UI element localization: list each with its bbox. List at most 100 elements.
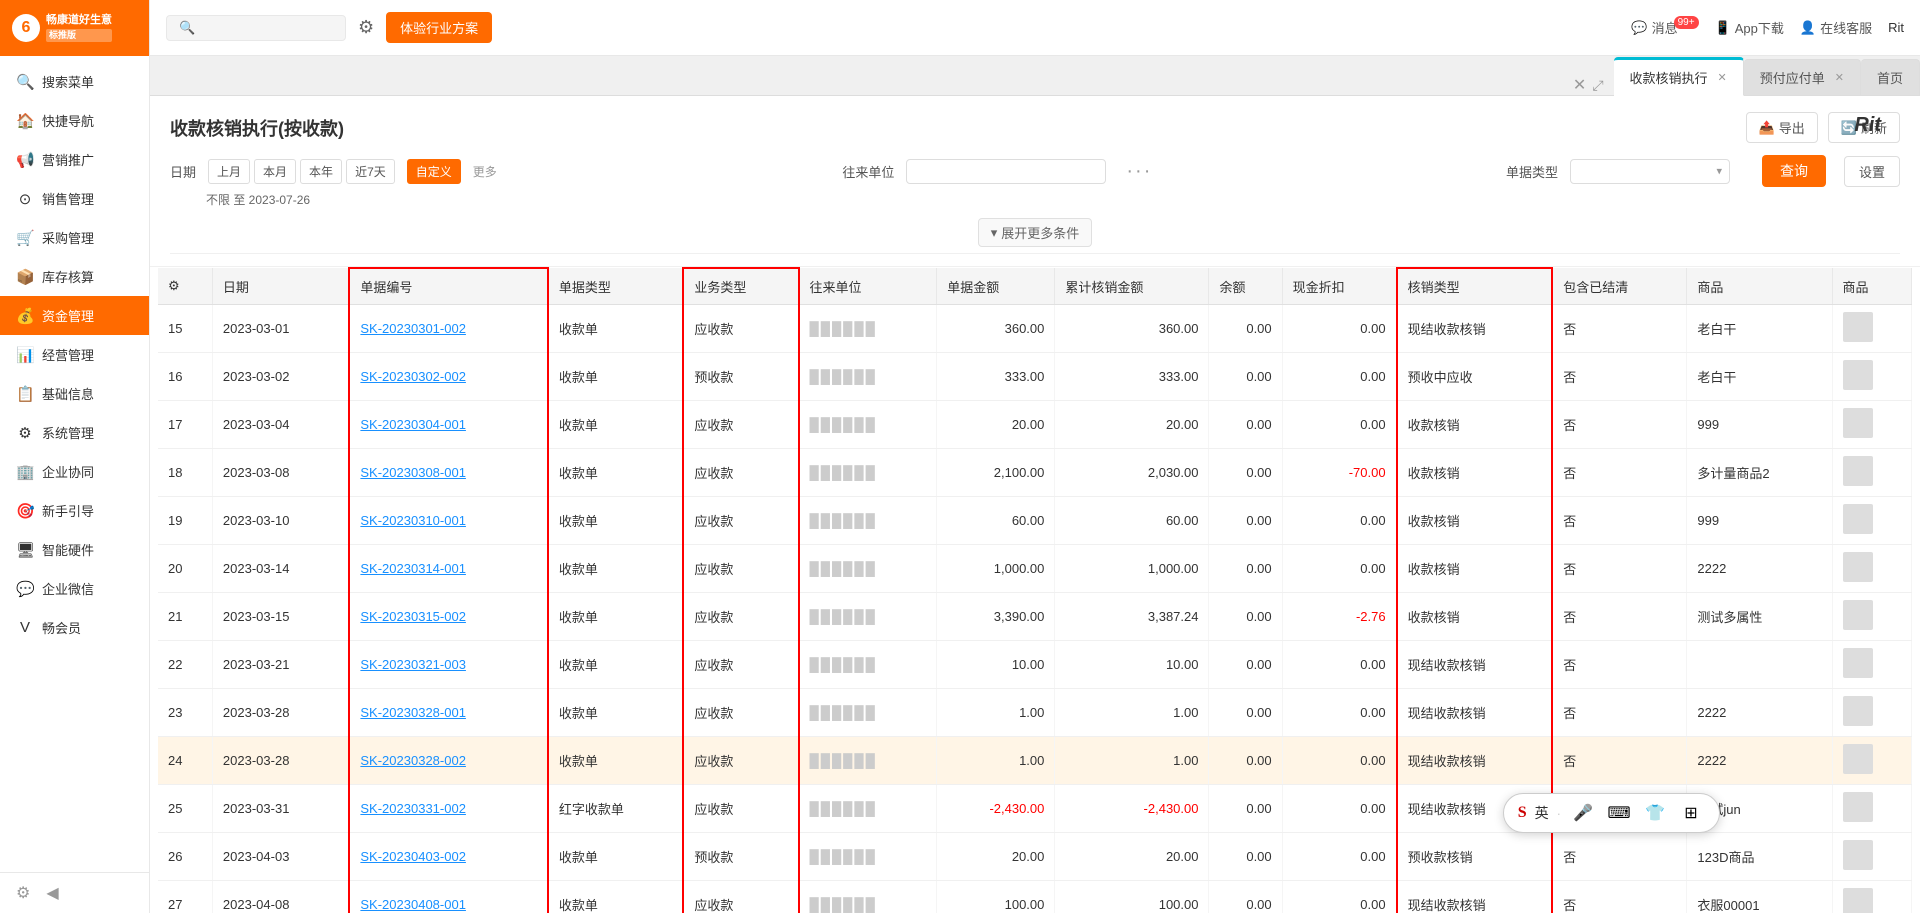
cell-2[interactable]: SK-20230321-003 [349,641,548,689]
sidebar-item-hardware[interactable]: 🖥智能硬件 [0,530,149,569]
sidebar-item-sales[interactable]: ⊙销售管理 [0,179,149,218]
cell-5: ██████ [799,401,937,449]
sidebar-item-shortcuts[interactable]: 🏠快捷导航 [0,101,149,140]
sidebar-item-basic[interactable]: 📋基础信息 [0,374,149,413]
sogou-tools-icon[interactable]: ⊞ [1677,799,1705,827]
expand-conditions-button[interactable]: ▾ 展开更多条件 [978,218,1093,247]
cell-2[interactable]: SK-20230314-001 [349,545,548,593]
doc-link[interactable]: SK-20230304-001 [360,417,466,432]
sidebar-item-weixin[interactable]: 💬 企业微信 [0,569,149,608]
tab-home[interactable]: 首页 [1861,59,1920,95]
cell-13 [1832,737,1911,785]
query-button[interactable]: 查询 [1762,155,1826,187]
cell-2[interactable]: SK-20230408-001 [349,881,548,913]
sidebar-item-member[interactable]: V畅会员 [0,608,149,647]
message-btn[interactable]: 💬 消息 99+ [1631,18,1698,37]
sidebar-settings-icon[interactable]: ⚙ [16,883,30,903]
doc-link[interactable]: SK-20230328-001 [360,705,466,720]
shortcuts-icon: 🏠 [16,112,34,130]
cell-5: ██████ [799,641,937,689]
sogou-lang-btn[interactable]: 英 [1535,803,1549,823]
cell-2[interactable]: SK-20230403-002 [349,833,548,881]
cell-5: ██████ [799,305,937,353]
sidebar-label-guide: 新手引导 [42,501,94,520]
sidebar-item-inventory[interactable]: 📦库存核算 [0,257,149,296]
doc-link[interactable]: SK-20230403-002 [360,849,466,864]
cell-12: 2222 [1687,545,1832,593]
tab-close-collection[interactable]: ✕ [1718,71,1727,84]
sidebar-item-purchase[interactable]: 🛒采购管理 [0,218,149,257]
custom-date-button[interactable]: 自定义 [407,159,461,184]
window-close-icon[interactable]: ✕ [1573,75,1586,95]
cell-2[interactable]: SK-20230301-002 [349,305,548,353]
tab-close-prepay[interactable]: ✕ [1835,71,1844,84]
hardware-icon: 🖥 [16,541,34,559]
product-image [1843,600,1873,630]
date-btn-本年[interactable]: 本年 [300,159,342,184]
sidebar-collapse-icon[interactable]: ◀ [46,883,58,903]
cell-10: 预收中应收 [1397,353,1553,401]
cell-0: 27 [158,881,212,913]
cell-2[interactable]: SK-20230304-001 [349,401,548,449]
setting-button[interactable]: 设置 [1844,156,1900,187]
doc-link[interactable]: SK-20230308-001 [360,465,466,480]
solution-button[interactable]: 体验行业方案 [386,12,492,43]
window-expand-icon[interactable]: ⤢ [1592,77,1603,94]
date-btn-近7天[interactable]: 近7天 [346,159,395,184]
sidebar-label-system: 系统管理 [42,423,94,442]
cell-7: 1,000.00 [1055,545,1209,593]
cell-2[interactable]: SK-20230302-002 [349,353,548,401]
doc-link[interactable]: SK-20230328-002 [360,753,466,768]
marketing-icon: 📢 [16,151,34,169]
sidebar-item-finance[interactable]: 💰资金管理 [0,296,149,335]
doc-link[interactable]: SK-20230321-003 [360,657,466,672]
cell-4: 应收款 [683,305,798,353]
doc-link[interactable]: SK-20230331-002 [360,801,466,816]
doc-link[interactable]: SK-20230302-002 [360,369,466,384]
cell-2[interactable]: SK-20230328-001 [349,689,548,737]
doc-link[interactable]: SK-20230408-001 [360,897,466,912]
cell-2[interactable]: SK-20230328-002 [349,737,548,785]
cell-9: 0.00 [1282,305,1396,353]
doc-link[interactable]: SK-20230301-002 [360,321,466,336]
sidebar-nav: 🔍搜索菜单🏠快捷导航📢营销推广⊙销售管理🛒采购管理📦库存核算💰资金管理📊经营管理… [0,56,149,872]
cell-2[interactable]: SK-20230308-001 [349,449,548,497]
doc-link[interactable]: SK-20230314-001 [360,561,466,576]
sidebar-item-enterprise[interactable]: 🏢企业协同 [0,452,149,491]
sogou-keyboard-icon[interactable]: ⌨ [1605,799,1633,827]
sidebar-item-guide[interactable]: 🎯新手引导 [0,491,149,530]
col-header-12: 商品 [1687,268,1832,305]
date-btn-上月[interactable]: 上月 [208,159,250,184]
col-settings-icon[interactable]: ⚙ [168,278,180,293]
sogou-mic-icon[interactable]: 🎤 [1569,799,1597,827]
sidebar-item-search[interactable]: 🔍搜索菜单 [0,62,149,101]
cell-2[interactable]: SK-20230315-002 [349,593,548,641]
expand-conditions-row: ▾ 展开更多条件 [170,212,1900,254]
cell-1: 2023-03-21 [212,641,349,689]
sidebar-item-operation[interactable]: 📊经营管理 [0,335,149,374]
topbar-gear-icon[interactable]: ⚙ [358,17,374,38]
date-btn-本月[interactable]: 本月 [254,159,296,184]
sidebar-item-marketing[interactable]: 📢营销推广 [0,140,149,179]
sidebar-label-weixin: 企业微信 [42,579,94,598]
sogou-skin-icon[interactable]: 👕 [1641,799,1669,827]
doc-type-select[interactable] [1570,159,1730,184]
table-row: 162023-03-02SK-20230302-002收款单预收款██████3… [158,353,1912,401]
online-service-btn[interactable]: 👤 在线客服 [1800,18,1872,37]
app-download-btn[interactable]: 📱 App下载 [1715,18,1784,37]
cell-6: 2,100.00 [937,449,1055,497]
cell-6: 1.00 [937,689,1055,737]
topbar-search-box[interactable]: 🔍 [166,15,346,41]
tab-prepay[interactable]: 预付应付单✕ [1744,59,1861,95]
partner-input[interactable] [906,159,1106,184]
cell-2[interactable]: SK-20230310-001 [349,497,548,545]
weixin-icon: 💬 [16,580,34,598]
doc-link[interactable]: SK-20230310-001 [360,513,466,528]
cell-4: 应收款 [683,401,798,449]
tab-collection[interactable]: 收款核销执行✕ [1614,57,1744,96]
sidebar-item-system[interactable]: ⚙系统管理 [0,413,149,452]
cell-5: ██████ [799,737,937,785]
cell-2[interactable]: SK-20230331-002 [349,785,548,833]
doc-link[interactable]: SK-20230315-002 [360,609,466,624]
export-button[interactable]: 📤 导出 [1746,112,1818,143]
